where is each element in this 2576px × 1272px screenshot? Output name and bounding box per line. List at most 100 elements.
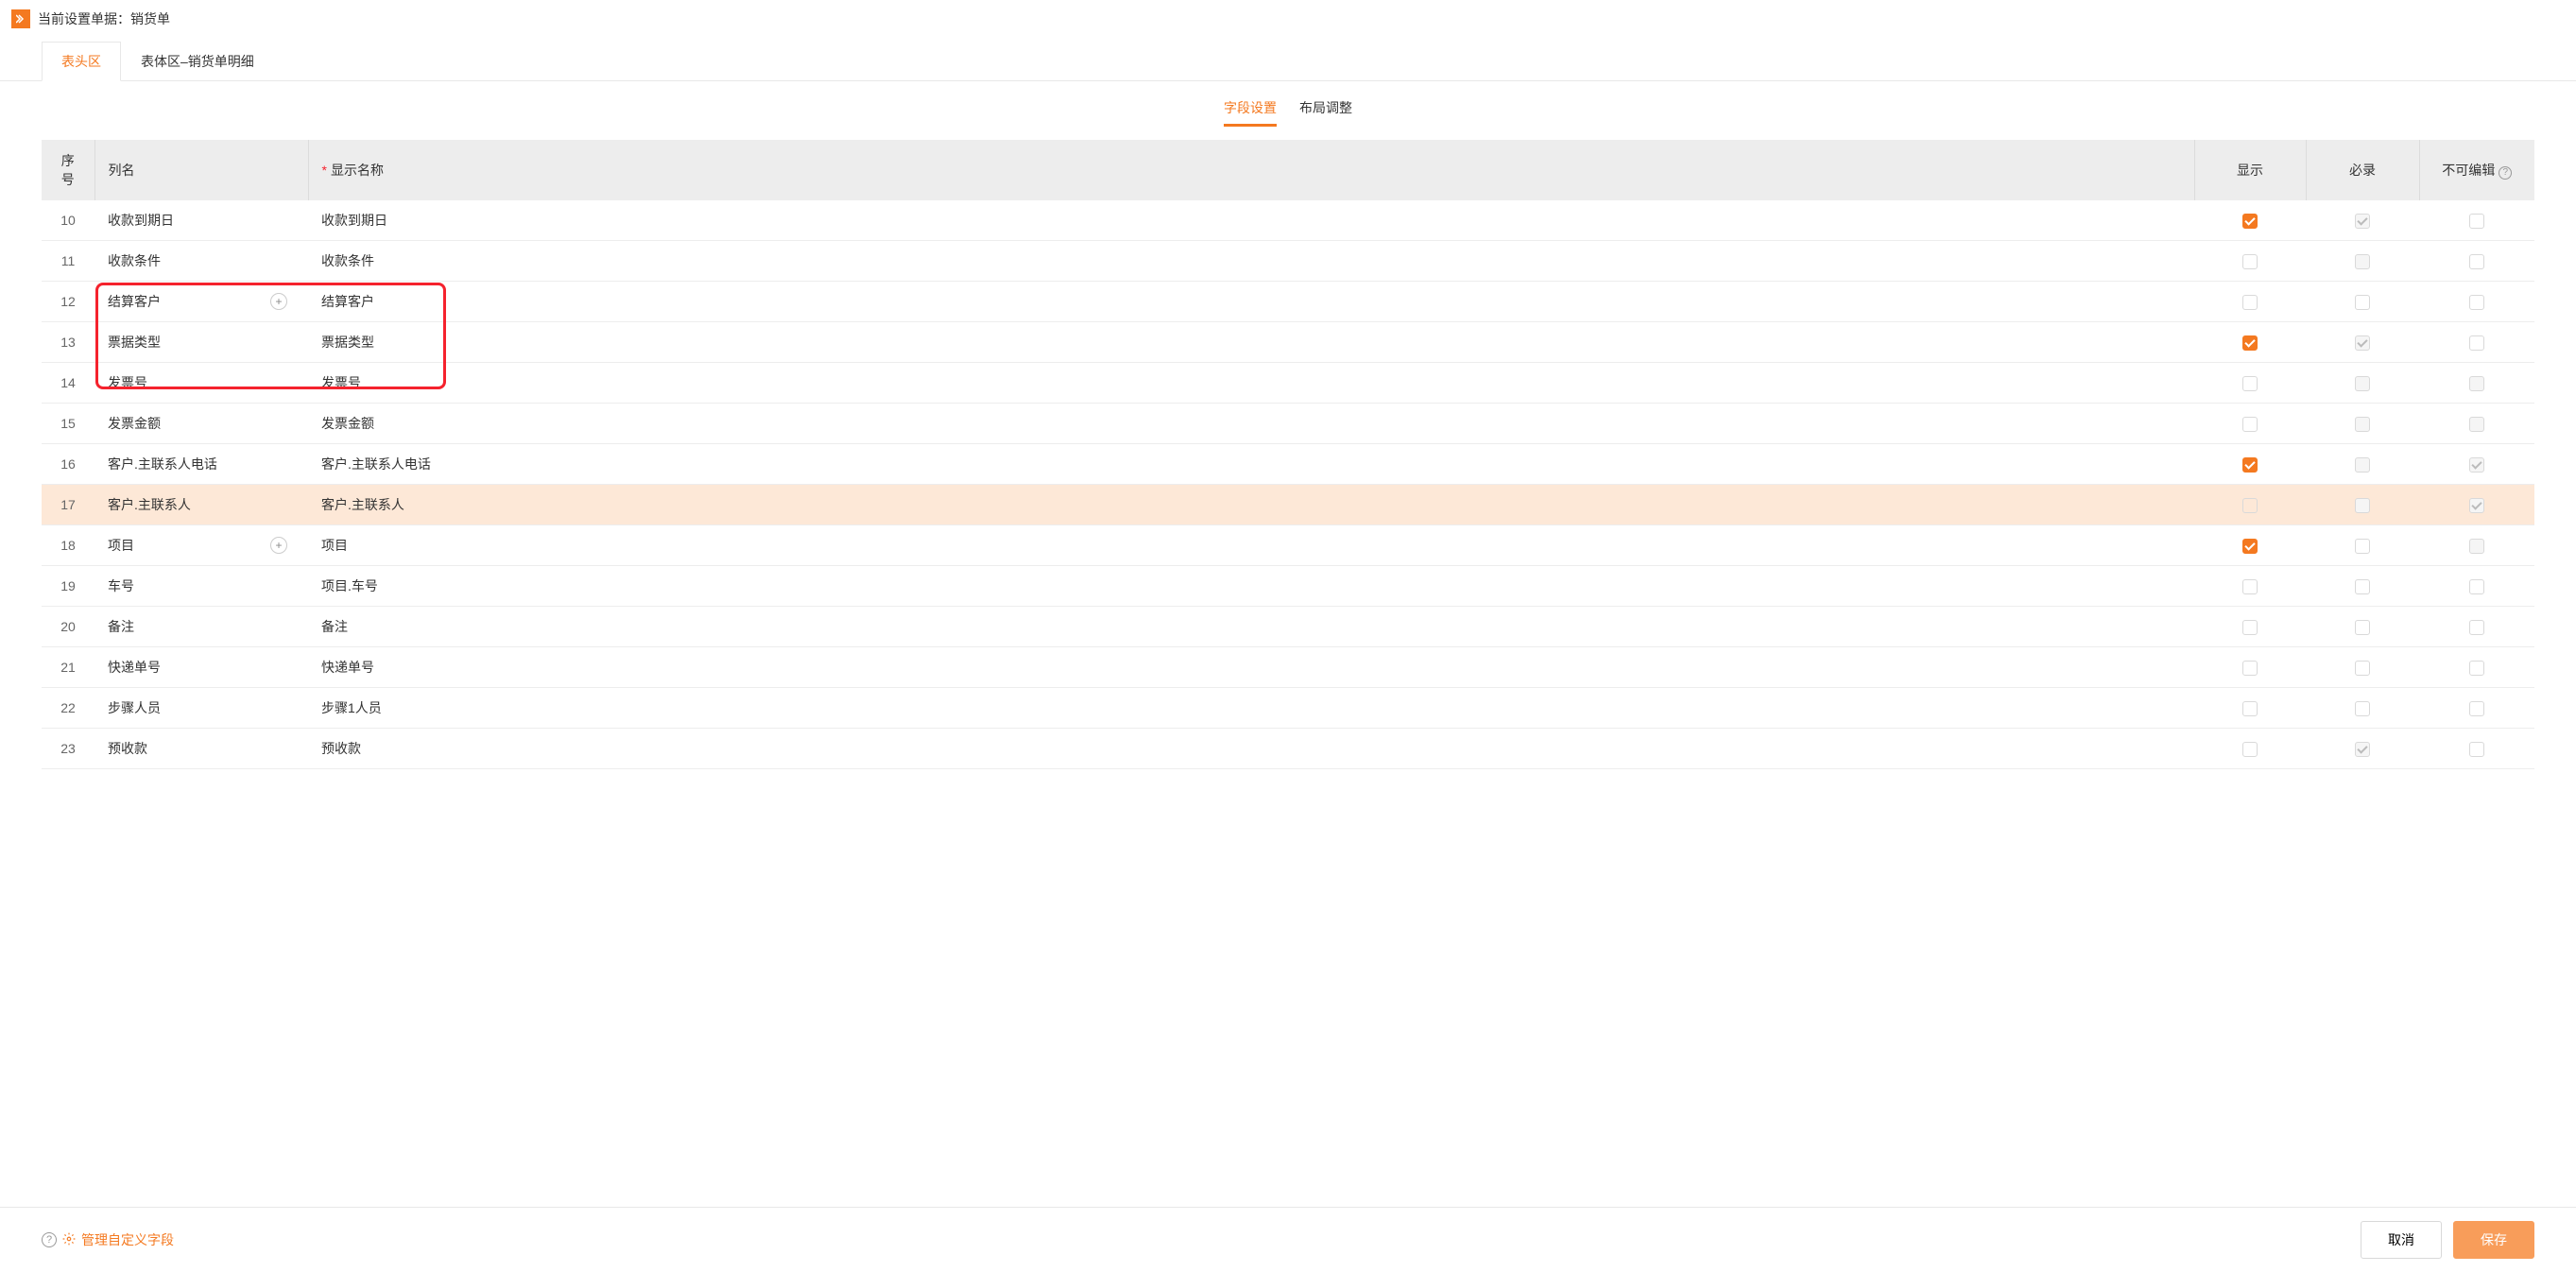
- cell-show: [2194, 485, 2306, 525]
- cell-display-name[interactable]: 客户.主联系人电话: [308, 444, 2194, 485]
- checkbox: [2469, 457, 2484, 473]
- checkbox[interactable]: [2242, 376, 2258, 391]
- table-row: 12 结算客户 + 结算客户: [42, 282, 2534, 322]
- cell-display-name[interactable]: 票据类型: [308, 322, 2194, 363]
- checkbox: [2355, 417, 2370, 432]
- add-sub-field-button[interactable]: +: [270, 293, 287, 310]
- checkbox[interactable]: [2469, 661, 2484, 676]
- checkbox[interactable]: [2469, 742, 2484, 757]
- checkbox[interactable]: [2469, 579, 2484, 594]
- header-displayname: *显示名称: [308, 140, 2194, 200]
- required-star-icon: *: [322, 163, 327, 178]
- checkbox: [2469, 539, 2484, 554]
- help-icon[interactable]: ?: [2499, 166, 2512, 180]
- main-tabs: 表头区表体区–销货单明细: [0, 42, 2576, 81]
- checkbox[interactable]: [2242, 417, 2258, 432]
- checkbox[interactable]: [2242, 335, 2258, 351]
- cell-required: [2306, 404, 2419, 444]
- cell-display-name[interactable]: 收款到期日: [308, 200, 2194, 241]
- checkbox[interactable]: [2242, 457, 2258, 473]
- checkbox[interactable]: [2355, 661, 2370, 676]
- cell-display-name[interactable]: 项目.车号: [308, 566, 2194, 607]
- checkbox[interactable]: [2469, 295, 2484, 310]
- header-seq: 序号: [42, 140, 94, 200]
- col-name-text: 发票金额: [108, 414, 161, 433]
- sub-tab-1[interactable]: 布局调整: [1299, 95, 1352, 127]
- checkbox[interactable]: [2355, 620, 2370, 635]
- cell-noedit: [2419, 363, 2534, 404]
- checkbox[interactable]: [2469, 701, 2484, 716]
- cell-noedit: [2419, 525, 2534, 566]
- expand-sidebar-button[interactable]: [11, 9, 30, 28]
- checkbox[interactable]: [2355, 701, 2370, 716]
- cell-display-name[interactable]: 结算客户: [308, 282, 2194, 322]
- cell-show: [2194, 566, 2306, 607]
- checkbox[interactable]: [2242, 539, 2258, 554]
- header-required: 必录: [2306, 140, 2419, 200]
- add-sub-field-button[interactable]: +: [270, 537, 287, 554]
- checkbox[interactable]: [2242, 701, 2258, 716]
- cell-show: [2194, 444, 2306, 485]
- table-row: 17 客户.主联系人 客户.主联系人: [42, 485, 2534, 525]
- main-tab-1[interactable]: 表体区–销货单明细: [121, 42, 274, 80]
- cell-noedit: [2419, 444, 2534, 485]
- checkbox[interactable]: [2469, 214, 2484, 229]
- cell-seq: 16: [42, 444, 94, 485]
- checkbox[interactable]: [2355, 579, 2370, 594]
- sub-tab-0[interactable]: 字段设置: [1224, 95, 1277, 127]
- cell-name: 快递单号: [94, 647, 308, 688]
- cell-name: 项目+: [94, 525, 308, 566]
- checkbox[interactable]: [2242, 498, 2258, 513]
- cell-display-name[interactable]: 收款条件: [308, 241, 2194, 282]
- footer-help-icon[interactable]: ?: [42, 1232, 57, 1247]
- cancel-button[interactable]: 取消: [2361, 1221, 2442, 1259]
- checkbox[interactable]: [2242, 579, 2258, 594]
- col-name-text: 客户.主联系人电话: [108, 455, 217, 473]
- cell-required: [2306, 282, 2419, 322]
- cell-seq: 12: [42, 282, 94, 322]
- col-name-text: 客户.主联系人: [108, 495, 191, 514]
- cell-display-name[interactable]: 备注: [308, 607, 2194, 647]
- checkbox[interactable]: [2242, 295, 2258, 310]
- chevron-right-icon: [16, 14, 26, 24]
- checkbox[interactable]: [2469, 620, 2484, 635]
- col-name-text: 结算客户: [108, 292, 161, 311]
- checkbox[interactable]: [2242, 742, 2258, 757]
- cell-display-name[interactable]: 发票号: [308, 363, 2194, 404]
- checkbox[interactable]: [2242, 620, 2258, 635]
- checkbox[interactable]: [2242, 214, 2258, 229]
- checkbox[interactable]: [2355, 539, 2370, 554]
- field-settings-table: 序号 列名 *显示名称 显示 必录 不可编辑? 10收款到期日收款到期日11收款…: [42, 140, 2534, 769]
- header-noedit-text: 不可编辑: [2442, 163, 2495, 178]
- cell-display-name[interactable]: 步骤1人员: [308, 688, 2194, 729]
- col-name-text: 票据类型: [108, 333, 161, 352]
- checkbox[interactable]: [2469, 335, 2484, 351]
- cell-display-name[interactable]: 项目: [308, 525, 2194, 566]
- checkbox[interactable]: [2242, 254, 2258, 269]
- cell-show: [2194, 404, 2306, 444]
- cell-display-name[interactable]: 快递单号: [308, 647, 2194, 688]
- col-name-text: 收款到期日: [108, 211, 174, 230]
- checkbox[interactable]: [2242, 661, 2258, 676]
- cell-name: 发票号: [94, 363, 308, 404]
- cell-seq: 17: [42, 485, 94, 525]
- cell-display-name[interactable]: 发票金额: [308, 404, 2194, 444]
- col-name-text: 步骤人员: [108, 698, 161, 717]
- checkbox[interactable]: [2355, 295, 2370, 310]
- sub-tabs: 字段设置布局调整: [0, 81, 2576, 140]
- checkbox[interactable]: [2469, 254, 2484, 269]
- manage-custom-fields-link[interactable]: 管理自定义字段: [81, 1230, 174, 1249]
- table-row: 15发票金额发票金额: [42, 404, 2534, 444]
- footer-right: 取消 保存: [2361, 1221, 2534, 1259]
- cell-noedit: [2419, 485, 2534, 525]
- cell-name: 预收款: [94, 729, 308, 769]
- main-tab-0[interactable]: 表头区: [42, 42, 121, 81]
- col-name-text: 发票号: [108, 373, 147, 392]
- cell-show: [2194, 363, 2306, 404]
- table-row: 21快递单号快递单号: [42, 647, 2534, 688]
- top-bar: 当前设置单据：销货单: [0, 0, 2576, 38]
- cell-display-name[interactable]: 客户.主联系人: [308, 485, 2194, 525]
- cell-display-name[interactable]: 预收款: [308, 729, 2194, 769]
- cell-seq: 13: [42, 322, 94, 363]
- save-button[interactable]: 保存: [2453, 1221, 2534, 1259]
